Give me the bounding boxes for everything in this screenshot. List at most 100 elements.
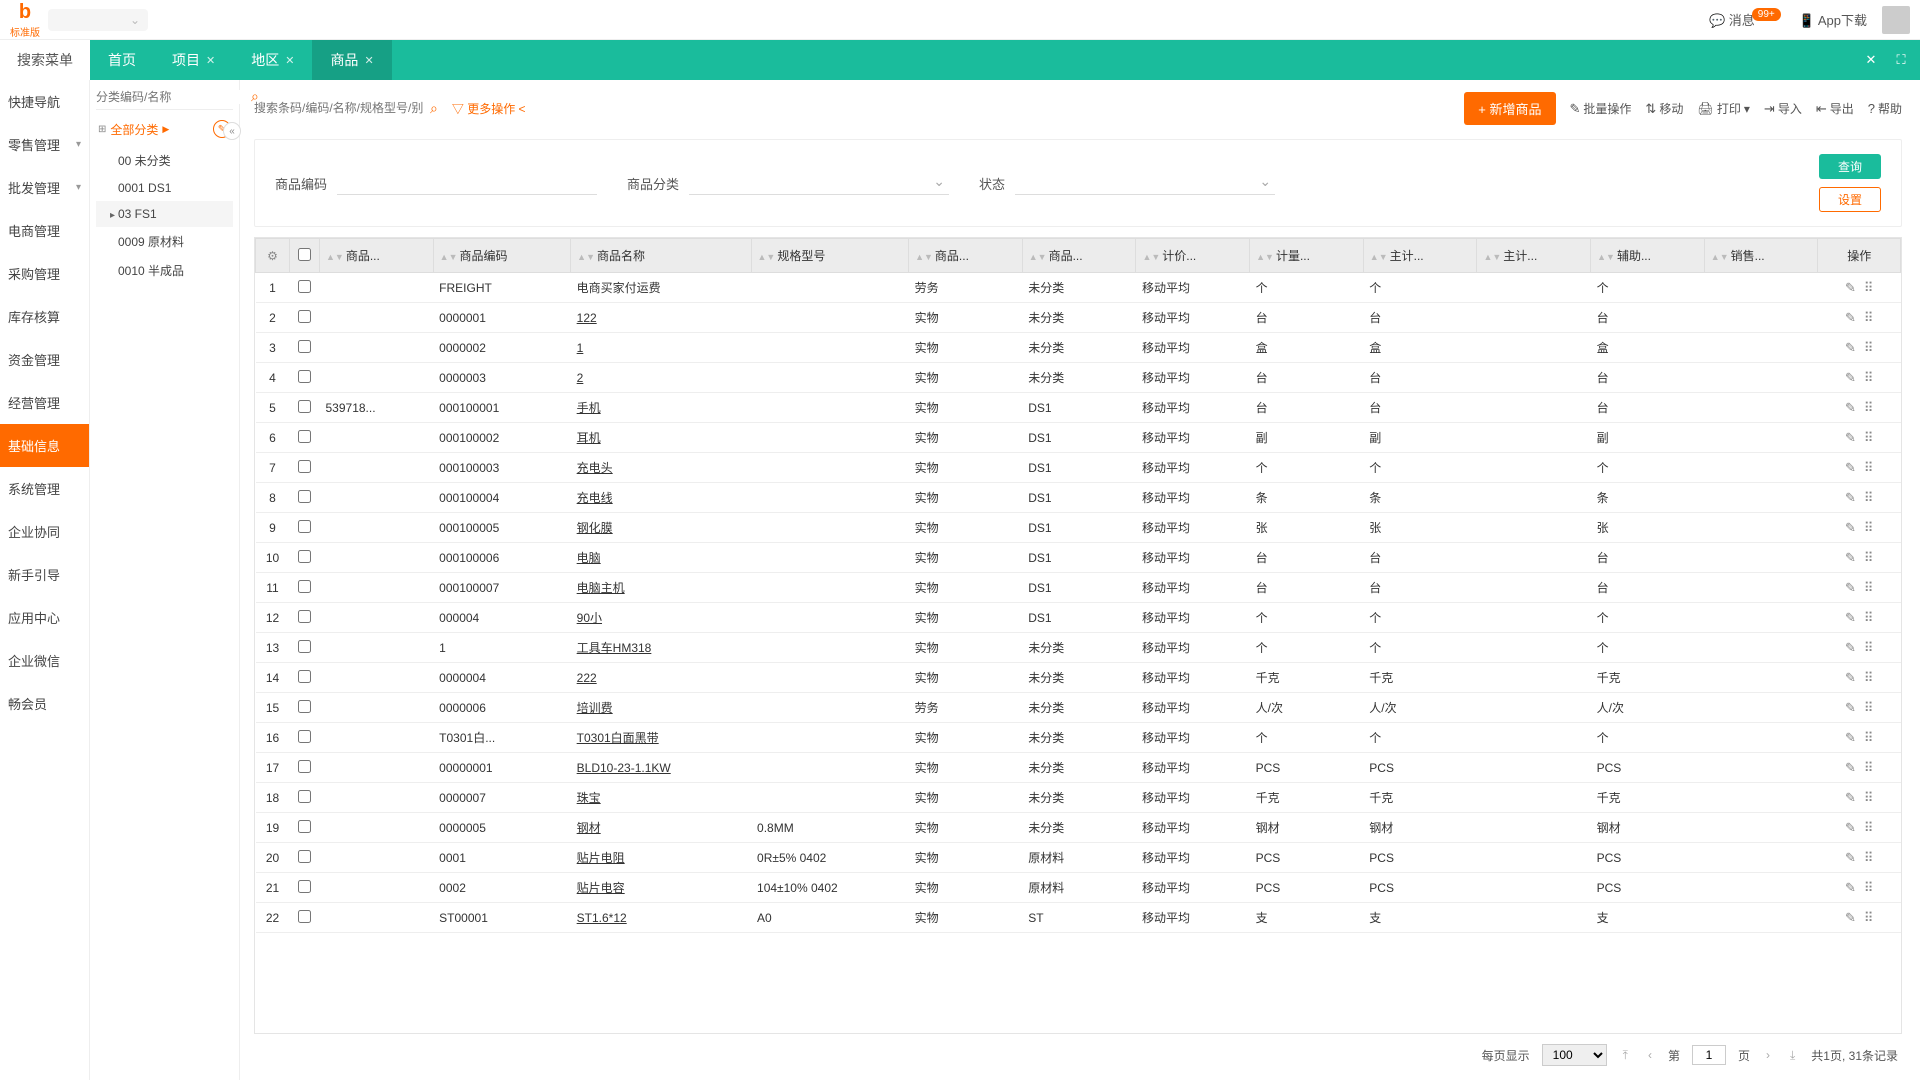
row-more-icon[interactable]: ⠿ [1860, 850, 1878, 865]
row-more-icon[interactable]: ⠿ [1860, 640, 1878, 655]
row-checkbox[interactable] [290, 813, 320, 843]
row-more-icon[interactable]: ⠿ [1860, 820, 1878, 835]
row-more-icon[interactable]: ⠿ [1860, 310, 1878, 325]
company-selector[interactable] [48, 9, 148, 31]
sidebar-item[interactable]: 采购管理 [0, 252, 89, 295]
row-checkbox[interactable] [290, 543, 320, 573]
category-item[interactable]: 0010 半成品 [96, 256, 233, 285]
query-button[interactable]: 查询 [1819, 154, 1881, 179]
sidebar-search-menu[interactable]: 搜索菜单 [0, 40, 90, 80]
row-more-icon[interactable]: ⠿ [1860, 910, 1878, 925]
print-link[interactable]: 🖨打印 ▾ [1697, 100, 1750, 117]
row-checkbox[interactable] [290, 483, 320, 513]
tab-fullscreen-icon[interactable]: ⛶ [1888, 47, 1914, 73]
col-type[interactable]: ▲▼商品... [909, 239, 1023, 273]
row-checkbox[interactable] [290, 303, 320, 333]
category-item[interactable]: 00 未分类 [96, 146, 233, 175]
row-edit-icon[interactable]: ✎ [1841, 850, 1860, 865]
row-more-icon[interactable]: ⠿ [1860, 880, 1878, 895]
col-category[interactable]: ▲▼商品... [1022, 239, 1136, 273]
sidebar-item[interactable]: 系统管理 [0, 467, 89, 510]
sidebar-item[interactable]: 新手引导 [0, 553, 89, 596]
product-name-link[interactable]: 1 [577, 341, 584, 355]
product-name-link[interactable]: 耳机 [577, 431, 601, 445]
collapse-panel-icon[interactable]: « [223, 122, 241, 140]
row-edit-icon[interactable]: ✎ [1841, 520, 1860, 535]
product-name-link[interactable]: BLD10-23-1.1KW [577, 761, 671, 775]
search-icon[interactable]: ⌕ [251, 88, 259, 105]
move-link[interactable]: ⇅移动 [1645, 100, 1683, 117]
row-edit-icon[interactable]: ✎ [1841, 460, 1860, 475]
product-name-link[interactable]: 工具车HM318 [577, 641, 652, 655]
col-aux[interactable]: ▲▼辅助... [1591, 239, 1705, 273]
category-item[interactable]: ▸03 FS1 [96, 201, 233, 227]
row-edit-icon[interactable]: ✎ [1841, 430, 1860, 445]
row-more-icon[interactable]: ⠿ [1860, 400, 1878, 415]
product-name-link[interactable]: 90小 [577, 611, 602, 625]
product-name-link[interactable]: 贴片电容 [577, 881, 625, 895]
row-edit-icon[interactable]: ✎ [1841, 730, 1860, 745]
main-search-input[interactable] [254, 101, 424, 116]
tab-商品[interactable]: 商品✕ [312, 40, 391, 80]
category-item[interactable]: 0009 原材料 [96, 227, 233, 256]
product-name-link[interactable]: 电脑 [577, 551, 601, 565]
category-item[interactable]: 0001 DS1 [96, 175, 233, 201]
app-download-link[interactable]: 📱 App下载 [1799, 10, 1867, 29]
product-name-link[interactable]: 培训费 [577, 701, 613, 715]
sidebar-item[interactable]: 快捷导航 [0, 80, 89, 123]
expand-icon[interactable]: ▸ [110, 210, 118, 221]
row-edit-icon[interactable]: ✎ [1841, 790, 1860, 805]
row-edit-icon[interactable]: ✎ [1841, 610, 1860, 625]
tab-项目[interactable]: 项目✕ [154, 40, 233, 80]
row-edit-icon[interactable]: ✎ [1841, 910, 1860, 925]
product-name-link[interactable]: ST1.6*12 [577, 911, 627, 925]
page-input[interactable] [1692, 1045, 1726, 1065]
row-checkbox[interactable] [290, 273, 320, 303]
product-name-link[interactable]: 122 [577, 311, 597, 325]
row-checkbox[interactable] [290, 903, 320, 933]
tab-地区[interactable]: 地区✕ [233, 40, 312, 80]
close-icon[interactable]: ✕ [285, 54, 294, 67]
row-edit-icon[interactable]: ✎ [1841, 490, 1860, 505]
sidebar-item[interactable]: 批发管理▾ [0, 166, 89, 209]
row-more-icon[interactable]: ⠿ [1860, 610, 1878, 625]
first-page-icon[interactable]: ⤒ [1619, 1048, 1632, 1063]
row-more-icon[interactable]: ⠿ [1860, 460, 1878, 475]
row-edit-icon[interactable]: ✎ [1841, 340, 1860, 355]
row-checkbox[interactable] [290, 873, 320, 903]
row-checkbox[interactable] [290, 753, 320, 783]
row-checkbox[interactable] [290, 393, 320, 423]
row-edit-icon[interactable]: ✎ [1841, 310, 1860, 325]
help-link[interactable]: ?帮助 [1868, 100, 1902, 117]
last-page-icon[interactable]: ⤓ [1786, 1048, 1799, 1063]
col-measure[interactable]: ▲▼计量... [1250, 239, 1364, 273]
product-name-link[interactable]: 贴片电阻 [577, 851, 625, 865]
row-more-icon[interactable]: ⠿ [1860, 490, 1878, 505]
row-checkbox[interactable] [290, 333, 320, 363]
filter-category-select[interactable] [689, 171, 949, 195]
expand-tree-icon[interactable]: ⊞ [98, 124, 106, 135]
row-edit-icon[interactable]: ✎ [1841, 880, 1860, 895]
col-unit2[interactable]: ▲▼主计... [1477, 239, 1591, 273]
row-edit-icon[interactable]: ✎ [1841, 400, 1860, 415]
add-product-button[interactable]: + 新增商品 [1464, 92, 1555, 125]
table-settings-icon[interactable]: ⚙ [256, 239, 290, 273]
more-operations-link[interactable]: ▽ 更多操作 < [452, 100, 526, 117]
product-name-link[interactable]: 2 [577, 371, 584, 385]
prev-page-icon[interactable]: ‹ [1644, 1048, 1656, 1062]
sidebar-item[interactable]: 经营管理 [0, 381, 89, 424]
filter-code-input[interactable] [337, 171, 597, 195]
filter-status-select[interactable] [1015, 171, 1275, 195]
product-name-link[interactable]: 充电头 [577, 461, 613, 475]
sidebar-item[interactable]: 资金管理 [0, 338, 89, 381]
product-name-link[interactable]: 钢化膜 [577, 521, 613, 535]
next-page-icon[interactable]: › [1762, 1048, 1774, 1062]
row-edit-icon[interactable]: ✎ [1841, 280, 1860, 295]
row-more-icon[interactable]: ⠿ [1860, 580, 1878, 595]
row-more-icon[interactable]: ⠿ [1860, 760, 1878, 775]
row-checkbox[interactable] [290, 843, 320, 873]
row-edit-icon[interactable]: ✎ [1841, 370, 1860, 385]
col-unit1[interactable]: ▲▼主计... [1363, 239, 1477, 273]
sidebar-item[interactable]: 企业协同 [0, 510, 89, 553]
row-more-icon[interactable]: ⠿ [1860, 280, 1878, 295]
